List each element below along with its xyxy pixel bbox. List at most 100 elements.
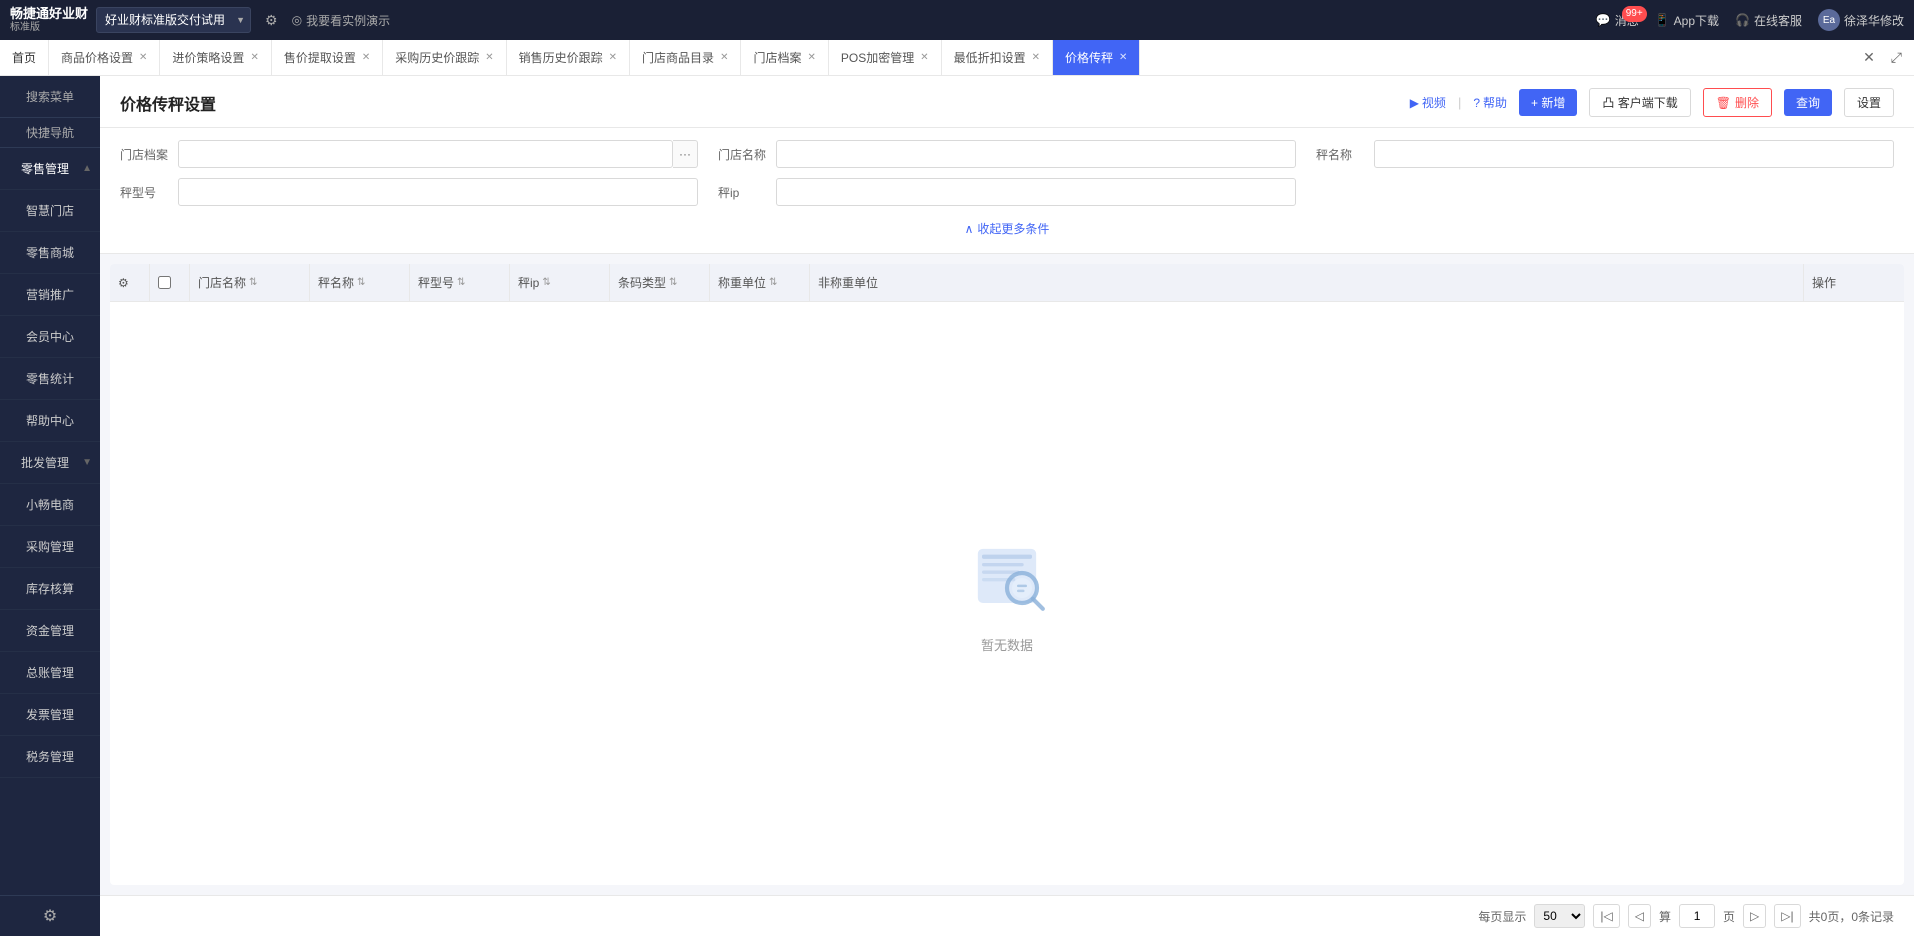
- tab-close-icon[interactable]: ✕: [362, 52, 370, 63]
- scale-name-input[interactable]: [1374, 140, 1894, 168]
- help-link[interactable]: ? 帮助: [1473, 94, 1507, 111]
- sidebar-item-general-ledger[interactable]: 总账管理: [0, 652, 100, 694]
- delete-button[interactable]: 🗑 删除: [1703, 88, 1772, 117]
- store-profile-ellipsis-button[interactable]: ···: [673, 140, 698, 168]
- header-left: 畅捷通好业财 标准版 好业财标准版交付试用 ⚙ ◎ 我要看实例演示: [10, 6, 390, 34]
- tab-close-icon[interactable]: ✕: [920, 52, 928, 63]
- scale-model-input[interactable]: [178, 178, 698, 206]
- sidebar-settings-button[interactable]: ⚙: [43, 906, 57, 926]
- next-page-button[interactable]: ▷: [1743, 904, 1766, 928]
- app-download-item[interactable]: 📱 App下载: [1655, 12, 1719, 29]
- sidebar-search-button[interactable]: 搜索菜单: [8, 84, 92, 109]
- page-title-row: 价格传秤设置 ▶ 视频 | ? 帮助 + 新增 凸 客户端下载: [120, 88, 1894, 127]
- tab-close-icon[interactable]: ✕: [609, 52, 617, 63]
- th-weight-unit[interactable]: 称重单位 ⇅: [710, 264, 810, 301]
- add-button[interactable]: + 新增: [1519, 89, 1577, 116]
- search-row-2: 秤型号 秤ip: [120, 178, 1894, 206]
- sort-icon: ⇅: [457, 277, 465, 288]
- th-settings[interactable]: ⚙: [110, 264, 150, 301]
- sidebar-item-help-center[interactable]: 帮助中心: [0, 400, 100, 442]
- tab-purchase-history[interactable]: 采购历史价跟踪 ✕: [383, 40, 506, 76]
- th-scale-ip[interactable]: 秤ip ⇅: [510, 264, 610, 301]
- scale-ip-input[interactable]: [776, 178, 1296, 206]
- sidebar: 搜索菜单 快捷导航 零售管理 ▲ 智慧门店 零售商城 营销推广 会员中心 零售统…: [0, 76, 100, 936]
- settings-icon: ⚙: [118, 276, 129, 290]
- store-profile-input[interactable]: [178, 140, 673, 168]
- per-page-select[interactable]: 10 20 50 100: [1534, 904, 1585, 928]
- sidebar-quick-nav-button[interactable]: 快捷导航: [0, 118, 100, 148]
- prev-page-button[interactable]: ◁: [1628, 904, 1651, 928]
- table-area: ⚙ 门店名称 ⇅ 秤名称 ⇅ 秤型号 ⇅ 秤ip: [110, 264, 1904, 885]
- sidebar-item-wholesale-mgmt[interactable]: 批发管理 ▼: [0, 442, 100, 484]
- tab-close-icon[interactable]: ✕: [485, 52, 493, 63]
- tab-close-icon[interactable]: ✕: [250, 52, 258, 63]
- sidebar-item-member-center[interactable]: 会员中心: [0, 316, 100, 358]
- first-page-button[interactable]: |◁: [1593, 904, 1619, 928]
- sidebar-item-xiaochangec[interactable]: 小畅电商: [0, 484, 100, 526]
- tab-product-price[interactable]: 商品价格设置 ✕: [49, 40, 160, 76]
- notification-icon: 💬: [1596, 13, 1611, 27]
- tab-close-icon[interactable]: ✕: [139, 52, 147, 63]
- online-service-item[interactable]: 🎧 在线客服: [1735, 12, 1802, 29]
- th-operations: 操作: [1804, 264, 1904, 301]
- tab-price-scale[interactable]: 价格传秤 ✕: [1053, 40, 1140, 76]
- tab-pos-encrypt[interactable]: POS加密管理 ✕: [829, 40, 942, 76]
- th-barcode-type[interactable]: 条码类型 ⇅: [610, 264, 710, 301]
- sort-icon: ⇅: [249, 277, 257, 288]
- tab-close-window-button[interactable]: ✕: [1859, 47, 1879, 68]
- version-settings-button[interactable]: ⚙: [259, 10, 284, 31]
- sidebar-item-retail-stats[interactable]: 零售统计: [0, 358, 100, 400]
- tab-maximize-button[interactable]: ⤢: [1887, 47, 1906, 68]
- tab-close-icon[interactable]: ✕: [720, 52, 728, 63]
- demo-button[interactable]: ◎ 我要看实例演示: [292, 12, 391, 29]
- store-profile-label: 门店档案: [120, 146, 170, 163]
- tab-sale-extract[interactable]: 售价提取设置 ✕: [272, 40, 383, 76]
- tab-close-icon[interactable]: ✕: [807, 52, 815, 63]
- scale-model-field: 秤型号: [120, 178, 698, 206]
- tab-close-icon[interactable]: ✕: [1032, 52, 1040, 63]
- sidebar-item-retail-mgmt[interactable]: 零售管理 ▲: [0, 148, 100, 190]
- page-number-input[interactable]: [1679, 904, 1715, 928]
- sidebar-item-tax-mgmt[interactable]: 税务管理: [0, 736, 100, 778]
- user-item[interactable]: Ea 徐泽华修改: [1818, 9, 1904, 31]
- download-button[interactable]: 凸 客户端下载: [1589, 88, 1690, 117]
- notifications-badge: 99+: [1622, 6, 1647, 22]
- video-link[interactable]: ▶ 视频: [1410, 94, 1446, 111]
- search-form: 门店档案 ··· 门店名称 秤名称 秤型号: [100, 128, 1914, 254]
- empty-illustration: [957, 533, 1057, 623]
- scale-ip-label: 秤ip: [718, 184, 768, 201]
- sidebar-item-capital-mgmt[interactable]: 资金管理: [0, 610, 100, 652]
- scale-name-field: 秤名称: [1316, 140, 1894, 168]
- per-page-label: 每页显示: [1478, 908, 1526, 925]
- query-button[interactable]: 查询: [1784, 89, 1832, 116]
- logo-area: 畅捷通好业财 标准版: [10, 6, 88, 34]
- sidebar-item-marketing[interactable]: 营销推广: [0, 274, 100, 316]
- sidebar-item-inventory[interactable]: 库存核算: [0, 568, 100, 610]
- tab-sale-history[interactable]: 销售历史价跟踪 ✕: [507, 40, 630, 76]
- tab-close-active-icon[interactable]: ✕: [1119, 52, 1127, 63]
- th-checkbox[interactable]: [150, 264, 190, 301]
- tab-store-profile[interactable]: 门店档案 ✕: [741, 40, 828, 76]
- settings-form-button[interactable]: 设置: [1844, 88, 1894, 117]
- video-icon: ▶: [1410, 96, 1419, 110]
- th-scale-name[interactable]: 秤名称 ⇅: [310, 264, 410, 301]
- store-name-input[interactable]: [776, 140, 1296, 168]
- sidebar-item-purchase-mgmt[interactable]: 采购管理: [0, 526, 100, 568]
- app-download-icon: 📱: [1655, 13, 1670, 27]
- tab-min-discount[interactable]: 最低折扣设置 ✕: [942, 40, 1053, 76]
- collapse-button[interactable]: ∧ 收起更多条件: [965, 216, 1050, 241]
- tab-store-catalog[interactable]: 门店商品目录 ✕: [630, 40, 741, 76]
- th-store-name[interactable]: 门店名称 ⇅: [190, 264, 310, 301]
- tab-purchase-strategy[interactable]: 进价策略设置 ✕: [160, 40, 271, 76]
- sidebar-item-smart-store[interactable]: 智慧门店: [0, 190, 100, 232]
- tab-home[interactable]: 首页: [0, 40, 49, 76]
- last-page-button[interactable]: ▷|: [1774, 904, 1800, 928]
- sidebar-item-retail-mall[interactable]: 零售商城: [0, 232, 100, 274]
- scale-ip-field: 秤ip: [718, 178, 1296, 206]
- sidebar-item-invoice-mgmt[interactable]: 发票管理: [0, 694, 100, 736]
- version-select[interactable]: 好业财标准版交付试用: [96, 7, 251, 33]
- notifications-item[interactable]: 💬 消息 99+: [1596, 12, 1639, 29]
- th-scale-model[interactable]: 秤型号 ⇅: [410, 264, 510, 301]
- select-all-checkbox[interactable]: [158, 276, 171, 289]
- page-num-prefix: 算: [1659, 908, 1671, 925]
